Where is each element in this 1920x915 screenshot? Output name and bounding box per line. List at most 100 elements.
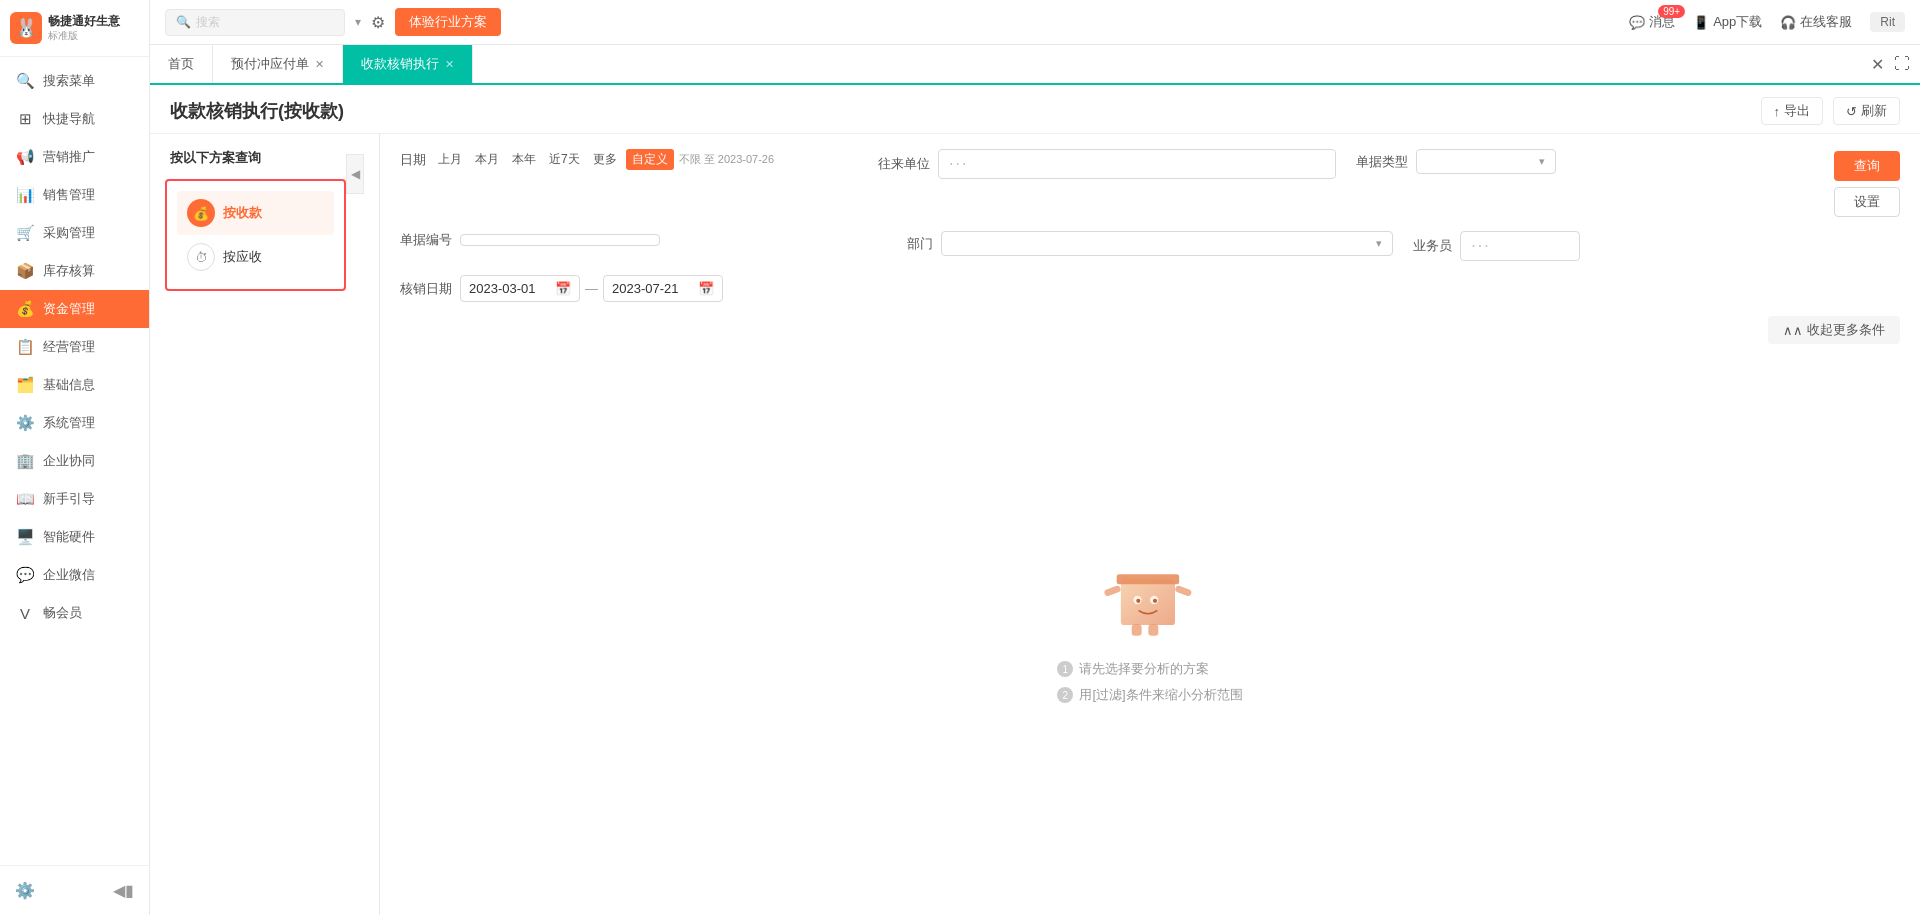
date-shortcut-lastmonth[interactable]: 上月 xyxy=(434,149,466,170)
svg-point-5 xyxy=(1153,599,1157,603)
bill-type-select[interactable]: ▾ xyxy=(1416,149,1556,174)
tabs-bar: 首页 预付冲应付单 ✕ 收款核销执行 ✕ ✕ ⛶ xyxy=(150,45,1920,85)
tab-close-collection-icon[interactable]: ✕ xyxy=(445,58,454,71)
app-download-btn[interactable]: 📱 App下载 xyxy=(1693,13,1762,31)
sidebar-item-base[interactable]: 🗂️ 基础信息 xyxy=(0,366,149,404)
staff-dots-icon: ··· xyxy=(1471,237,1490,254)
filter-row-3: 核销日期 2023-03-01 📅 — 2023-07-21 📅 xyxy=(400,275,1900,302)
bill-type-field: 单据类型 ▾ xyxy=(1356,149,1814,174)
date-shortcut-custom[interactable]: 自定义 xyxy=(626,149,674,170)
base-icon: 🗂️ xyxy=(15,376,35,394)
empty-tip-2: 2 用[过滤]条件来缩小分析范围 xyxy=(1057,686,1242,704)
page-header: 收款核销执行(按收款) ↑ 导出 ↺ 刷新 xyxy=(150,85,1920,134)
filter-collapse-row: ∧∧ 收起更多条件 xyxy=(400,316,1900,344)
collapse-more-btn[interactable]: ∧∧ 收起更多条件 xyxy=(1768,316,1900,344)
empty-state: 1 请先选择要分析的方案 2 用[过滤]条件来缩小分析范围 xyxy=(1057,389,1242,875)
sidebar-item-purchase[interactable]: 🛒 采购管理 xyxy=(0,214,149,252)
collapse-filter-sidebar-btn[interactable]: ◀ xyxy=(346,154,364,194)
page-title: 收款核销执行(按收款) xyxy=(170,99,344,123)
tab-prepay[interactable]: 预付冲应付单 ✕ xyxy=(213,45,343,83)
sidebar-item-guide[interactable]: 📖 新手引导 xyxy=(0,480,149,518)
app-logo-text: 畅捷通好生意 标准版 xyxy=(48,14,120,43)
window-close-icon[interactable]: ✕ xyxy=(1871,55,1884,74)
tab-collection[interactable]: 收款核销执行 ✕ xyxy=(343,45,473,83)
content-area: 收款核销执行(按收款) ↑ 导出 ↺ 刷新 按以下方案查询 xyxy=(150,85,1920,915)
sidebar-item-collab[interactable]: 🏢 企业协同 xyxy=(0,442,149,480)
date-shortcut-more[interactable]: 更多 xyxy=(589,149,621,170)
header-dropdown-btn[interactable]: ▾ xyxy=(355,15,361,29)
header-right: 💬 消息 99+ 📱 App下载 🎧 在线客服 Rit xyxy=(1629,12,1905,32)
calendar-end-icon: 📅 xyxy=(698,281,714,296)
settings-bottom-icon[interactable]: ⚙️ xyxy=(10,876,40,905)
verify-date-end-input[interactable]: 2023-07-21 📅 xyxy=(603,275,723,302)
purchase-icon: 🛒 xyxy=(15,224,35,242)
header-search-box[interactable]: 🔍 搜索 xyxy=(165,9,345,36)
date-field: 日期 上月 本月 本年 近7天 更多 自定义 不限 至 2023-07-26 xyxy=(400,149,858,170)
collapse-sidebar-icon[interactable]: ◀▮ xyxy=(108,876,139,905)
message-icon: 💬 xyxy=(1629,15,1645,30)
svg-rect-6 xyxy=(1104,585,1122,597)
sidebar-logo: 🐰 畅捷通好生意 标准版 xyxy=(0,0,149,57)
counterpart-field: 往来单位 ··· xyxy=(878,149,1336,179)
filter-option-by-receivable[interactable]: ⏱ 按应收 xyxy=(177,235,334,279)
quicknav-icon: ⊞ xyxy=(15,110,35,128)
sidebar-item-inventory[interactable]: 📦 库存核算 xyxy=(0,252,149,290)
sidebar-item-search[interactable]: 🔍 搜索菜单 xyxy=(0,62,149,100)
dept-field: 部门 ▾ xyxy=(907,231,1394,256)
tip-num-2: 2 xyxy=(1057,687,1073,703)
header-gear-icon[interactable]: ⚙ xyxy=(371,13,385,32)
query-button[interactable]: 查询 xyxy=(1834,151,1900,181)
refresh-icon: ↺ xyxy=(1846,104,1857,119)
date-shortcut-thismonth[interactable]: 本月 xyxy=(471,149,503,170)
sidebar-item-wechat[interactable]: 💬 企业微信 xyxy=(0,556,149,594)
sidebar-bottom: ⚙️ ◀▮ xyxy=(0,865,149,915)
sidebar-item-hardware[interactable]: 🖥️ 智能硬件 xyxy=(0,518,149,556)
user-info[interactable]: Rit xyxy=(1870,12,1905,32)
dept-select[interactable]: ▾ xyxy=(941,231,1394,256)
svg-rect-8 xyxy=(1132,624,1142,636)
staff-input[interactable]: ··· xyxy=(1460,231,1580,261)
sidebar: 🐰 畅捷通好生意 标准版 🔍 搜索菜单 ⊞ 快捷导航 📢 营销推广 📊 销售管理… xyxy=(0,0,150,915)
refresh-button[interactable]: ↺ 刷新 xyxy=(1833,97,1900,125)
export-icon: ↑ xyxy=(1774,104,1781,119)
empty-tips: 1 请先选择要分析的方案 2 用[过滤]条件来缩小分析范围 xyxy=(1057,660,1242,704)
sidebar-item-finance[interactable]: 💰 资金管理 xyxy=(0,290,149,328)
date-shortcut-7days[interactable]: 近7天 xyxy=(545,149,584,170)
bill-no-input[interactable] xyxy=(460,234,660,246)
date-shortcut-thisyear[interactable]: 本年 xyxy=(508,149,540,170)
filter-row-1: 日期 上月 本月 本年 近7天 更多 自定义 不限 至 2023-07-26 xyxy=(400,149,1900,217)
collapse-chevron-icon: ∧∧ xyxy=(1783,323,1803,338)
bill-type-arrow-icon: ▾ xyxy=(1539,155,1545,168)
sidebar-item-system[interactable]: ⚙️ 系统管理 xyxy=(0,404,149,442)
online-service-btn[interactable]: 🎧 在线客服 xyxy=(1780,13,1852,31)
finance-icon: 💰 xyxy=(15,300,35,318)
svg-rect-7 xyxy=(1174,585,1192,597)
page-actions: ↑ 导出 ↺ 刷新 xyxy=(1761,97,1901,125)
setting-button[interactable]: 设置 xyxy=(1834,187,1900,217)
filter-options-box: 按以下方案查询 💰 按收款 ⏱ 按应收 xyxy=(165,149,346,900)
sidebar-item-marketing[interactable]: 📢 营销推广 xyxy=(0,138,149,176)
marketing-icon: 📢 xyxy=(15,148,35,166)
solution-button[interactable]: 体验行业方案 xyxy=(395,8,501,36)
tab-home[interactable]: 首页 xyxy=(150,45,213,83)
counterpart-dots-icon: ··· xyxy=(949,155,968,172)
verify-date-range: 2023-03-01 📅 — 2023-07-21 📅 xyxy=(460,275,723,302)
business-icon: 📋 xyxy=(15,338,35,356)
counterpart-input[interactable]: ··· xyxy=(938,149,1336,179)
service-icon: 🎧 xyxy=(1780,15,1796,30)
export-button[interactable]: ↑ 导出 xyxy=(1761,97,1824,125)
filter-option-by-receipt[interactable]: 💰 按收款 xyxy=(177,191,334,235)
sidebar-item-business[interactable]: 📋 经营管理 xyxy=(0,328,149,366)
calendar-start-icon: 📅 xyxy=(555,281,571,296)
date-range-separator: — xyxy=(585,281,598,296)
message-btn[interactable]: 💬 消息 99+ xyxy=(1629,13,1675,31)
hardware-icon: 🖥️ xyxy=(15,528,35,546)
verify-date-start-input[interactable]: 2023-03-01 📅 xyxy=(460,275,580,302)
system-icon: ⚙️ xyxy=(15,414,35,432)
sidebar-item-quicknav[interactable]: ⊞ 快捷导航 xyxy=(0,100,149,138)
sidebar-item-member[interactable]: V 畅会员 xyxy=(0,594,149,632)
tab-close-prepay-icon[interactable]: ✕ xyxy=(315,58,324,71)
bill-no-field: 单据编号 xyxy=(400,231,887,249)
window-expand-icon[interactable]: ⛶ xyxy=(1894,55,1910,73)
sidebar-item-sales[interactable]: 📊 销售管理 xyxy=(0,176,149,214)
